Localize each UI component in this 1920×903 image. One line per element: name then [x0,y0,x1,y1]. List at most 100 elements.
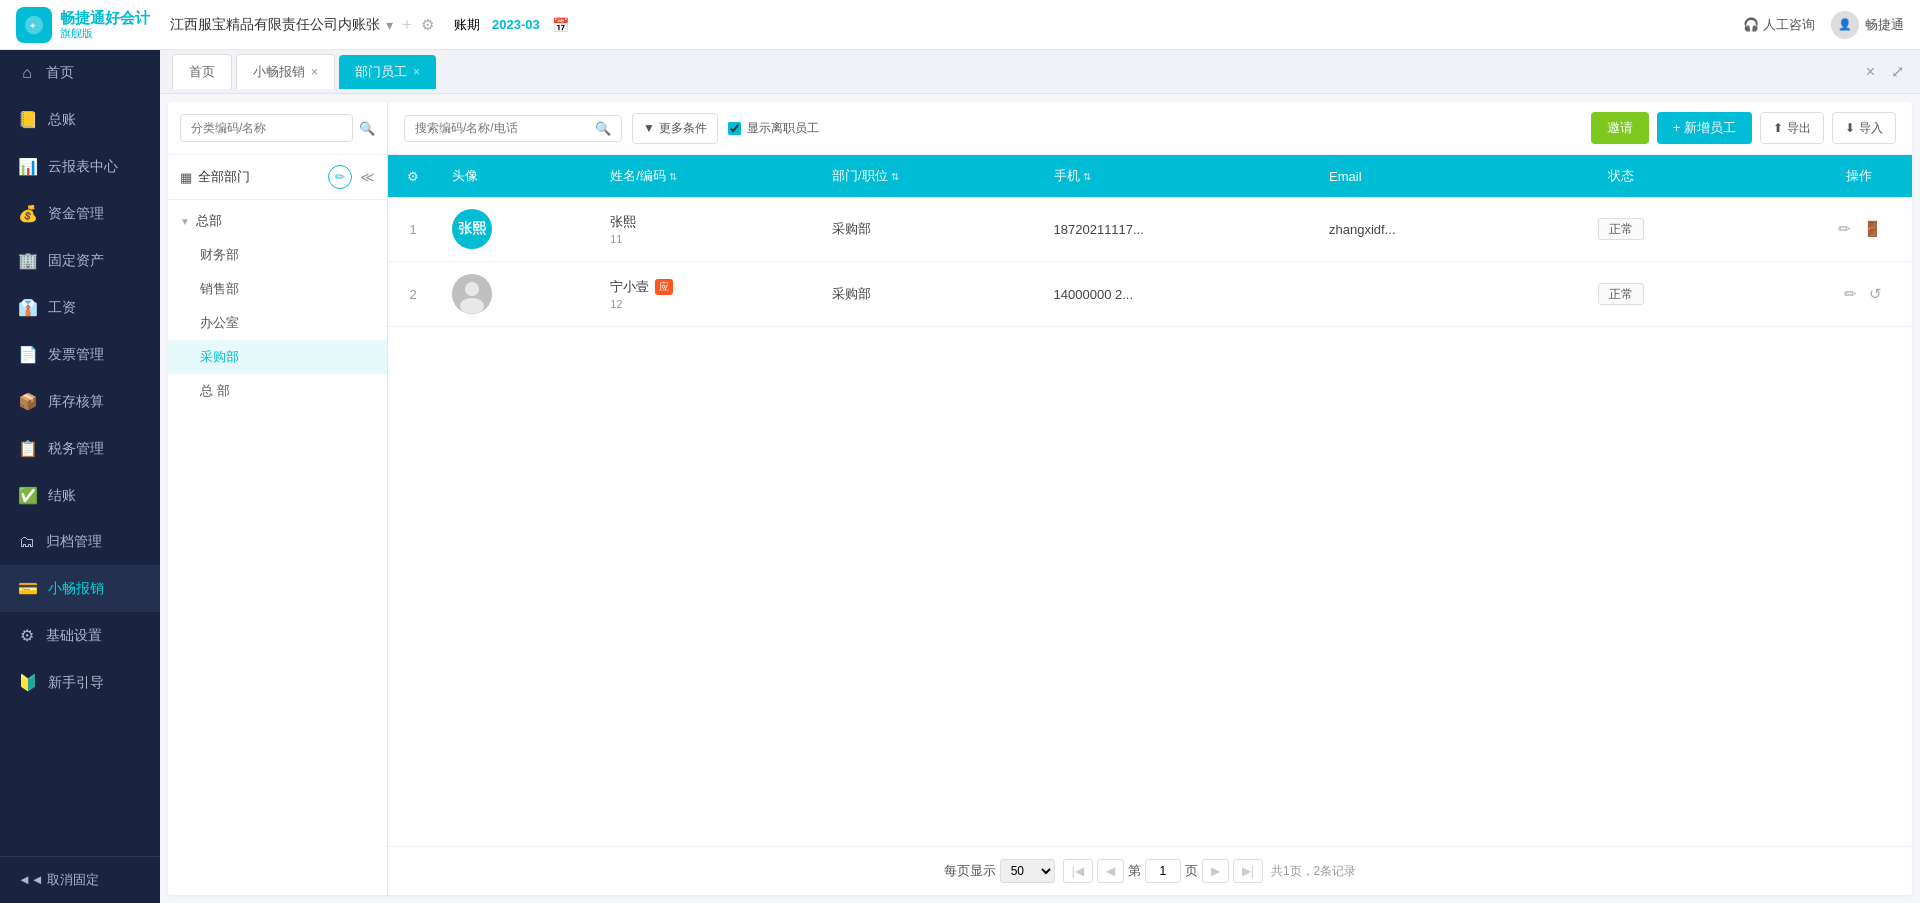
export-button[interactable]: ⬆ 导出 [1760,112,1824,144]
tree-label-office: 办公室 [200,314,239,332]
sidebar-item-expense[interactable]: 💳 小畅报销 [0,565,160,612]
page-suffix: 页 [1185,862,1198,880]
reports-icon: 📊 [18,157,38,176]
page-number-input[interactable] [1145,859,1181,883]
company-dropdown-icon[interactable]: ▾ [386,17,393,33]
period-label: 账期 [454,16,480,34]
export-label: 导出 [1787,120,1811,137]
tree-node-finance[interactable]: 财务部 [168,238,387,272]
salary-icon: 👔 [18,298,38,317]
guide-icon: 🔰 [18,673,38,692]
employee-search-input[interactable] [415,121,595,135]
tab-expense[interactable]: 小畅报销 × [236,54,335,89]
sidebar-item-guide[interactable]: 🔰 新手引导 [0,659,160,706]
page-last-button[interactable]: ▶| [1233,859,1263,883]
tab-department-close[interactable]: × [413,65,420,79]
app-title: 畅捷通好会计 [60,9,150,27]
col-avatar: 头像 [438,155,596,197]
sidebar-item-home[interactable]: ⌂ 首页 [0,50,160,96]
page-first-button[interactable]: |◀ [1063,859,1093,883]
more-filter-button[interactable]: ▼ 更多条件 [632,113,718,144]
grid-icon: ▦ [180,170,192,185]
sidebar-item-inventory[interactable]: 📦 库存核算 [0,378,160,425]
import-button[interactable]: ⬇ 导入 [1832,112,1896,144]
tab-department[interactable]: 部门员工 × [339,55,436,89]
col-phone[interactable]: 手机 ⇅ [1040,155,1315,197]
sidebar: ⌂ 首页 📒 总账 📊 云报表中心 💰 资金管理 🏢 固定资产 👔 工资 [0,50,160,903]
import-label: 导入 [1859,120,1883,137]
table-header-row: ⚙ 头像 姓名/编码 ⇅ 部门/职位 ⇅ 手机 ⇅ Email 状态 操作 [388,155,1912,197]
employee-search-icon[interactable]: 🔍 [595,121,611,136]
page-next-button[interactable]: ▶ [1202,859,1229,883]
add-company-icon[interactable]: ＋ [399,14,415,35]
tab-home[interactable]: 首页 [172,54,232,89]
col-dept[interactable]: 部门/职位 ⇅ [818,155,1040,197]
invite-button[interactable]: 邀请 [1591,112,1649,144]
row1-logout-icon[interactable]: 🚪 [1863,220,1882,238]
sidebar-item-reports[interactable]: 📊 云报表中心 [0,143,160,190]
table-row: 1 张熙 张熙 11 采购部 [388,197,1912,262]
show-resigned-toggle[interactable]: 显示离职员工 [728,120,819,137]
col-name[interactable]: 姓名/编码 ⇅ [596,155,818,197]
col-settings[interactable]: ⚙ [388,155,438,197]
edit-department-button[interactable]: ✏ [328,165,352,189]
settings-nav-icon: ⚙ [18,626,36,645]
sidebar-item-checkout[interactable]: ✅ 结账 [0,472,160,519]
row2-badge: 应 [655,279,673,295]
tab-expense-close[interactable]: × [311,65,318,79]
row2-email [1315,262,1535,327]
tree-node-parent-corp[interactable]: ▼ 总部 [168,204,387,238]
row2-name-code: 宁小壹 应 12 [610,278,804,310]
tree-node-general[interactable]: 总 部 [168,374,387,408]
sidebar-item-ledger[interactable]: 📒 总账 [0,96,160,143]
show-resigned-checkbox[interactable] [728,122,741,135]
row1-phone: 18720211117... [1040,197,1315,262]
company-selector[interactable]: 江西服宝精品有限责任公司内账张 ▾ ＋ ⚙ [170,14,434,35]
tab-home-label: 首页 [189,63,215,81]
employee-table-wrapper: ⚙ 头像 姓名/编码 ⇅ 部门/职位 ⇅ 手机 ⇅ Email 状态 操作 [388,155,1912,846]
row2-refresh-icon[interactable]: ↺ [1869,285,1882,303]
sidebar-item-settings[interactable]: ⚙ 基础设置 [0,612,160,659]
sidebar-item-invoice[interactable]: 📄 发票管理 [0,331,160,378]
row2-phone: 14000000 2... [1040,262,1315,327]
row2-avatar [452,274,492,314]
row2-avatar-cell [438,262,596,327]
page-label: 第 [1128,862,1141,880]
row2-edit-icon[interactable]: ✏ [1844,285,1857,303]
tree-label-finance: 财务部 [200,246,239,264]
tree-node-sales[interactable]: 销售部 [168,272,387,306]
tree-node-purchase[interactable]: 采购部 [168,340,387,374]
tree-node-office[interactable]: 办公室 [168,306,387,340]
sidebar-item-salary[interactable]: 👔 工资 [0,284,160,331]
row1-avatar-cell: 张熙 [438,197,596,262]
row1-dept: 采购部 [818,197,1040,262]
row1-edit-icon[interactable]: ✏ [1838,220,1851,238]
collapse-tree-button[interactable]: ≪ [360,169,375,185]
sidebar-item-archive[interactable]: 🗂 归档管理 [0,519,160,565]
tab-expand-button[interactable]: ⤢ [1887,58,1908,85]
tab-close-all-button[interactable]: × [1862,58,1879,85]
tab-department-label: 部门员工 [355,63,407,81]
cancel-pin-button[interactable]: ◄◄ 取消固定 [0,856,160,903]
sidebar-item-tax[interactable]: 📋 税务管理 [0,425,160,472]
tab-expense-label: 小畅报销 [253,63,305,81]
archive-icon: 🗂 [18,533,36,551]
tree-search-icon[interactable]: 🔍 [359,121,375,136]
assets-icon: 🏢 [18,251,38,270]
per-page-select[interactable]: 50 100 200 [1000,859,1055,883]
sidebar-label-funds: 资金管理 [48,205,104,223]
main-panel: 🔍 ▼ 更多条件 显示离职员工 邀请 + 新增员工 ⬆ [388,102,1912,895]
page-prev-button[interactable]: ◀ [1097,859,1124,883]
page-content: 🔍 ▦ 全部部门 ✏ ≪ ▼ 总部 财务部 [168,102,1912,895]
settings-icon[interactable]: ⚙ [421,16,434,34]
service-button[interactable]: 🎧 人工咨询 [1743,16,1815,34]
row1-email: zhangxidf... [1315,197,1535,262]
tree-search-input[interactable] [180,114,353,142]
calendar-icon[interactable]: 📅 [552,17,569,33]
company-name: 江西服宝精品有限责任公司内账张 [170,16,380,34]
sidebar-item-assets[interactable]: 🏢 固定资产 [0,237,160,284]
sidebar-item-funds[interactable]: 💰 资金管理 [0,190,160,237]
add-employee-button[interactable]: + 新增员工 [1657,112,1752,144]
row1-name-code: 张熙 11 [610,213,804,245]
user-menu[interactable]: 👤 畅捷通 [1831,11,1904,39]
